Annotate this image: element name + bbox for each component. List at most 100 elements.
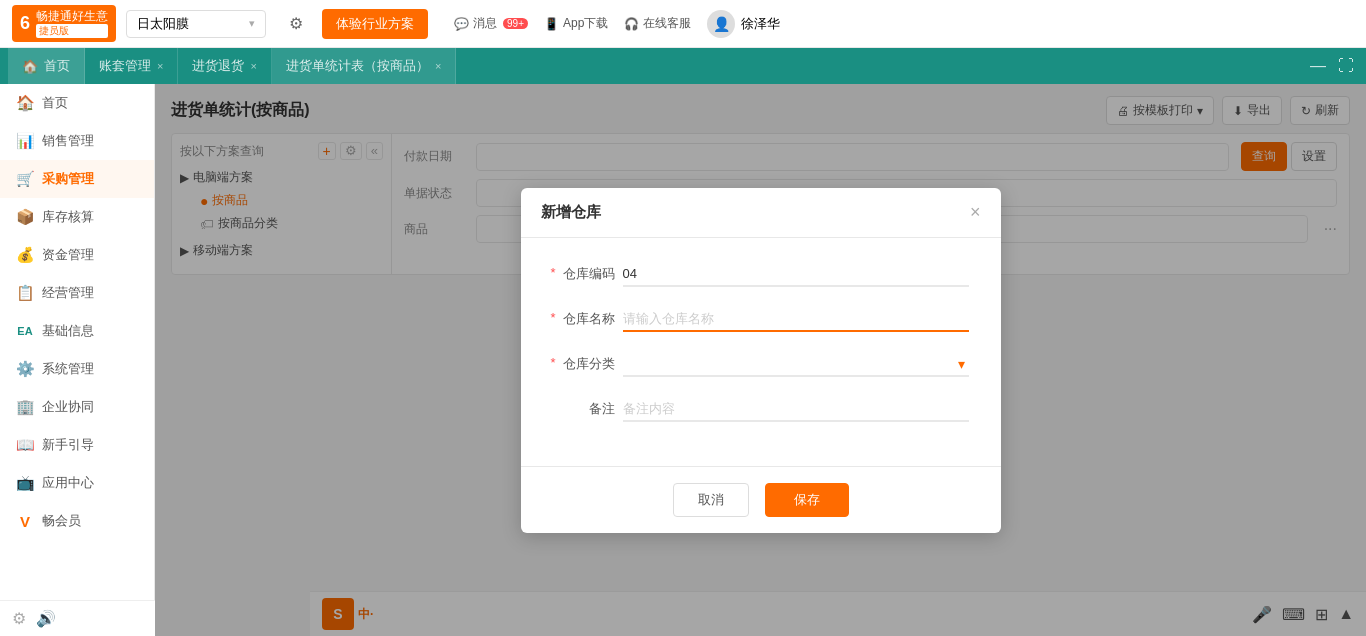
sidebar-enterprise-label: 企业协同	[42, 398, 94, 416]
minimize-window-button[interactable]: —	[1306, 53, 1330, 79]
modal-header: 新增仓库 ×	[521, 188, 1001, 238]
content-area: 进货单统计(按商品) 🖨 按模板打印 ▾ ⬇ 导出 ↻ 刷新	[155, 84, 1366, 636]
nav-tabs: 🏠 首页 账套管理 × 进货退货 × 进货单统计表（按商品） × — ⛶	[0, 48, 1366, 84]
basic-info-icon: EA	[16, 322, 34, 340]
logo-icon: 6	[20, 13, 30, 34]
tab-account[interactable]: 账套管理 ×	[85, 48, 178, 84]
warehouse-remark-input[interactable]	[623, 397, 969, 422]
user-name: 徐泽华	[741, 15, 780, 33]
sidebar-home-label: 首页	[42, 94, 68, 112]
warehouse-name-input[interactable]	[623, 307, 969, 332]
category-select-wrap: ▾	[623, 352, 969, 377]
audio-icon[interactable]: 🔊	[36, 609, 56, 628]
sidebar-item-finance[interactable]: 💰 资金管理	[0, 236, 154, 274]
purchase-icon: 🛒	[16, 170, 34, 188]
warehouse-code-input[interactable]	[623, 262, 969, 287]
phone-icon: 📱	[544, 17, 559, 31]
sidebar-management-label: 经营管理	[42, 284, 94, 302]
guide-icon: 📖	[16, 436, 34, 454]
logo-text: 畅捷通好生意	[36, 9, 108, 23]
sidebar-system-label: 系统管理	[42, 360, 94, 378]
new-warehouse-modal: 新增仓库 × 仓库编码 仓库名称 仓库分类	[521, 188, 1001, 533]
maximize-window-button[interactable]: ⛶	[1334, 53, 1358, 79]
sidebar-bottom: ⚙ 🔊	[0, 600, 155, 636]
warehouse-category-select[interactable]	[623, 352, 969, 377]
store-name: 日太阳膜	[137, 15, 189, 33]
modal-close-button[interactable]: ×	[970, 202, 981, 223]
tab-purchase-return-label: 进货退货	[192, 57, 244, 75]
close-tab-purchase-stats-icon[interactable]: ×	[435, 60, 441, 72]
close-tab-account-icon[interactable]: ×	[157, 60, 163, 72]
sidebar-item-basic-info[interactable]: EA 基础信息	[0, 312, 154, 350]
logo-area[interactable]: 6 畅捷通好生意 捷员版	[12, 5, 116, 41]
user-menu[interactable]: 👤 徐泽华	[707, 10, 780, 38]
sidebar-item-management[interactable]: 📋 经营管理	[0, 274, 154, 312]
main-layout: 🏠 首页 📊 销售管理 🛒 采购管理 📦 库存核算 💰 资金管理 📋 经营管理 …	[0, 84, 1366, 636]
system-icon: ⚙️	[16, 360, 34, 378]
sidebar-item-enterprise[interactable]: 🏢 企业协同	[0, 388, 154, 426]
sidebar-item-purchase[interactable]: 🛒 采购管理	[0, 160, 154, 198]
finance-icon: 💰	[16, 246, 34, 264]
inventory-icon: 📦	[16, 208, 34, 226]
top-right-actions: 💬 消息 99+ 📱 App下载 🎧 在线客服 👤 徐泽华	[454, 10, 780, 38]
sidebar-sales-label: 销售管理	[42, 132, 94, 150]
sidebar-basic-info-label: 基础信息	[42, 322, 94, 340]
sidebar-item-home[interactable]: 🏠 首页	[0, 84, 154, 122]
sidebar-apps-label: 应用中心	[42, 474, 94, 492]
app-download-button[interactable]: 📱 App下载	[544, 15, 608, 32]
enterprise-icon: 🏢	[16, 398, 34, 416]
form-row-code: 仓库编码	[553, 262, 969, 287]
tab-home[interactable]: 🏠 首页	[8, 48, 85, 84]
online-service-label: 在线客服	[643, 15, 691, 32]
home-tab-icon: 🏠	[22, 59, 38, 74]
form-row-category: 仓库分类 ▾	[553, 352, 969, 377]
form-row-remark: 备注	[553, 397, 969, 422]
tab-home-label: 首页	[44, 57, 70, 75]
remark-label: 备注	[553, 400, 623, 418]
cancel-button[interactable]: 取消	[673, 483, 749, 517]
close-tab-purchase-return-icon[interactable]: ×	[250, 60, 256, 72]
online-service-button[interactable]: 🎧 在线客服	[624, 15, 691, 32]
sidebar-item-guide[interactable]: 📖 新手引导	[0, 426, 154, 464]
sidebar-item-inventory[interactable]: 📦 库存核算	[0, 198, 154, 236]
sidebar-guide-label: 新手引导	[42, 436, 94, 454]
form-row-name: 仓库名称	[553, 307, 969, 332]
sidebar-item-member[interactable]: V 畅会员	[0, 502, 154, 540]
tab-window-actions: — ⛶	[1306, 53, 1358, 79]
category-label: 仓库分类	[553, 355, 623, 373]
sidebar-item-sales[interactable]: 📊 销售管理	[0, 122, 154, 160]
app-download-label: App下载	[563, 15, 608, 32]
modal-title: 新增仓库	[541, 203, 601, 222]
home-icon: 🏠	[16, 94, 34, 112]
sidebar-item-apps[interactable]: 📺 应用中心	[0, 464, 154, 502]
tab-purchase-return[interactable]: 进货退货 ×	[178, 48, 271, 84]
member-icon: V	[16, 512, 34, 530]
trial-button[interactable]: 体验行业方案	[322, 9, 428, 39]
sales-icon: 📊	[16, 132, 34, 150]
messages-badge: 99+	[503, 18, 528, 29]
settings-icon[interactable]: ⚙	[280, 8, 312, 40]
name-label: 仓库名称	[553, 310, 623, 328]
top-bar: 6 畅捷通好生意 捷员版 日太阳膜 ▾ ⚙ 体验行业方案 💬 消息 99+ 📱 …	[0, 0, 1366, 48]
chevron-down-icon: ▾	[249, 17, 255, 30]
tab-purchase-stats-label: 进货单统计表（按商品）	[286, 57, 429, 75]
headset-icon: 🎧	[624, 17, 639, 31]
sidebar-item-system[interactable]: ⚙️ 系统管理	[0, 350, 154, 388]
code-label: 仓库编码	[553, 265, 623, 283]
modal-body: 仓库编码 仓库名称 仓库分类	[521, 238, 1001, 466]
save-button[interactable]: 保存	[765, 483, 849, 517]
modal-footer: 取消 保存	[521, 466, 1001, 533]
tab-purchase-stats[interactable]: 进货单统计表（按商品） ×	[272, 48, 456, 84]
avatar: 👤	[707, 10, 735, 38]
sidebar-member-label: 畅会员	[42, 512, 81, 530]
message-icon: 💬	[454, 17, 469, 31]
modal-overlay[interactable]: 新增仓库 × 仓库编码 仓库名称 仓库分类	[155, 84, 1366, 636]
sidebar: 🏠 首页 📊 销售管理 🛒 采购管理 📦 库存核算 💰 资金管理 📋 经营管理 …	[0, 84, 155, 636]
management-icon: 📋	[16, 284, 34, 302]
logo-badge: 捷员版	[36, 24, 108, 38]
tab-account-label: 账套管理	[99, 57, 151, 75]
settings-bottom-icon[interactable]: ⚙	[12, 609, 26, 628]
store-selector[interactable]: 日太阳膜 ▾	[126, 10, 266, 38]
sidebar-finance-label: 资金管理	[42, 246, 94, 264]
messages-button[interactable]: 💬 消息 99+	[454, 15, 528, 32]
